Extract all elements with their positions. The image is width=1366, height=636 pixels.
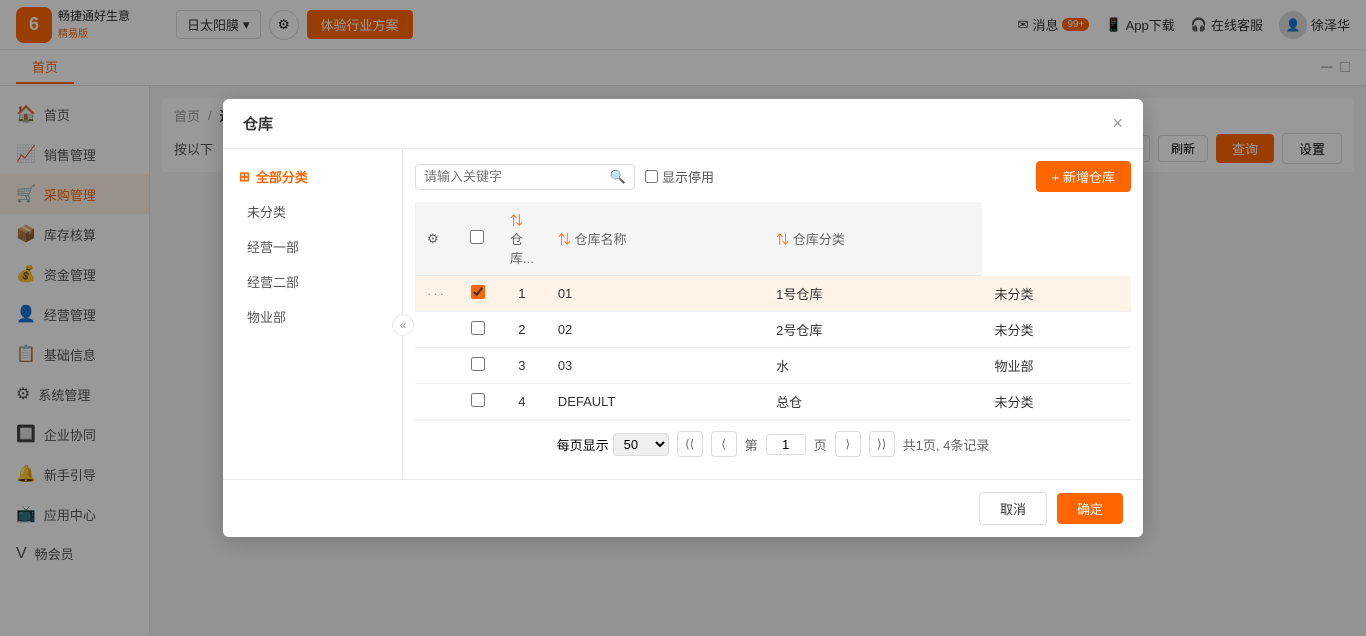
row-code: 03 — [546, 348, 764, 384]
row-number: 3 — [498, 348, 546, 384]
row-checkbox-cell — [458, 384, 498, 420]
sort-icon: ⇅ — [510, 213, 523, 228]
col-warehouse-category: ⇅ 仓库分类 — [764, 202, 982, 276]
sort-name-icon: ⇅ — [558, 232, 571, 247]
pagination: 每页显示 50 100 ⟨⟨ ⟨ 第 页 ⟩ ⟩⟩ 共1页, 4条记录 — [415, 420, 1131, 467]
category-item-property[interactable]: 物业部 — [223, 299, 402, 334]
search-box: 🔍 — [415, 164, 635, 190]
grid-icon: ⊞ — [239, 169, 250, 185]
prev-page-button[interactable]: ⟨ — [711, 431, 737, 457]
table-row[interactable]: 3 03 水 物业部 — [415, 348, 1131, 384]
row-category: 物业部 — [982, 348, 1131, 384]
col-warehouse-code: ⇅ 仓库... — [498, 202, 546, 276]
collapse-category-button[interactable]: « — [392, 314, 414, 336]
col-gear: ⚙ — [415, 202, 458, 276]
row-name: 2号仓库 — [764, 312, 982, 348]
row-code: DEFAULT — [546, 384, 764, 420]
row-number: 2 — [498, 312, 546, 348]
category-item-unclassified[interactable]: 未分类 — [223, 194, 402, 229]
row-category: 未分类 — [982, 384, 1131, 420]
row-number: 1 — [498, 276, 546, 312]
row-category: 未分类 — [982, 312, 1131, 348]
search-input[interactable] — [424, 169, 610, 184]
row-checkbox-cell — [458, 312, 498, 348]
col-checkbox — [458, 202, 498, 276]
row-code: 01 — [546, 276, 764, 312]
new-warehouse-button[interactable]: + 新增仓库 — [1036, 161, 1131, 192]
row-checkbox[interactable] — [471, 357, 485, 371]
category-item-dept1[interactable]: 经营一部 — [223, 229, 402, 264]
show-disabled-checkbox[interactable] — [645, 170, 658, 183]
select-all-checkbox[interactable] — [470, 230, 484, 244]
table-toolbar: 🔍 显示停用 + 新增仓库 — [415, 161, 1131, 192]
category-item-dept2[interactable]: 经营二部 — [223, 264, 402, 299]
last-page-button[interactable]: ⟩⟩ — [869, 431, 895, 457]
row-category: 未分类 — [982, 276, 1131, 312]
row-checkbox[interactable] — [471, 393, 485, 407]
first-page-button[interactable]: ⟨⟨ — [677, 431, 703, 457]
modal-body: ⊞ 全部分类 未分类 经营一部 经营二部 物业部 « 🔍 — [223, 149, 1143, 479]
modal-overlay[interactable]: 仓库 × ⊞ 全部分类 未分类 经营一部 经营二部 物业部 « — [0, 0, 1366, 636]
row-name: 总仓 — [764, 384, 982, 420]
show-disabled-label: 显示停用 — [645, 167, 714, 186]
row-number: 4 — [498, 384, 546, 420]
modal-title: 仓库 — [243, 113, 273, 134]
row-checkbox[interactable] — [471, 321, 485, 335]
page-total-info: 共1页, 4条记录 — [903, 435, 990, 454]
search-icon[interactable]: 🔍 — [610, 169, 626, 185]
row-checkbox-cell — [458, 348, 498, 384]
table-header-row: ⚙ ⇅ 仓库... ⇅ 仓库名称 — [415, 202, 1131, 276]
table-row[interactable]: 4 DEFAULT 总仓 未分类 — [415, 384, 1131, 420]
row-name: 1号仓库 — [764, 276, 982, 312]
cancel-button[interactable]: 取消 — [979, 492, 1047, 525]
col-warehouse-name: ⇅ 仓库名称 — [546, 202, 764, 276]
all-categories-item[interactable]: ⊞ 全部分类 — [223, 159, 402, 194]
row-actions[interactable] — [415, 312, 458, 348]
per-page-select[interactable]: 50 100 — [613, 433, 669, 456]
next-page-button[interactable]: ⟩ — [835, 431, 861, 457]
gear-header-icon: ⚙ — [427, 231, 439, 246]
modal-footer: 取消 确定 — [223, 479, 1143, 537]
category-panel: ⊞ 全部分类 未分类 经营一部 经营二部 物业部 « — [223, 149, 403, 479]
row-actions[interactable] — [415, 384, 458, 420]
row-checkbox-cell — [458, 276, 498, 312]
row-code: 02 — [546, 312, 764, 348]
page-size-selector: 每页显示 50 100 — [557, 433, 669, 456]
modal-header: 仓库 × — [223, 99, 1143, 149]
sort-cat-icon: ⇅ — [776, 232, 789, 247]
row-name: 水 — [764, 348, 982, 384]
confirm-button[interactable]: 确定 — [1057, 493, 1123, 524]
table-row[interactable]: ··· 1 01 1号仓库 未分类 — [415, 276, 1131, 312]
table-row[interactable]: 2 02 2号仓库 未分类 — [415, 312, 1131, 348]
row-actions[interactable] — [415, 348, 458, 384]
warehouse-table: ⚙ ⇅ 仓库... ⇅ 仓库名称 — [415, 202, 1131, 420]
row-actions[interactable]: ··· — [415, 276, 458, 312]
page-number-input[interactable] — [766, 434, 806, 455]
modal-close-button[interactable]: × — [1112, 113, 1123, 134]
row-action-dots[interactable]: ··· — [427, 286, 446, 301]
warehouse-modal: 仓库 × ⊞ 全部分类 未分类 经营一部 经营二部 物业部 « — [223, 99, 1143, 537]
row-checkbox[interactable] — [471, 285, 485, 299]
table-panel: 🔍 显示停用 + 新增仓库 ⚙ — [403, 149, 1143, 479]
